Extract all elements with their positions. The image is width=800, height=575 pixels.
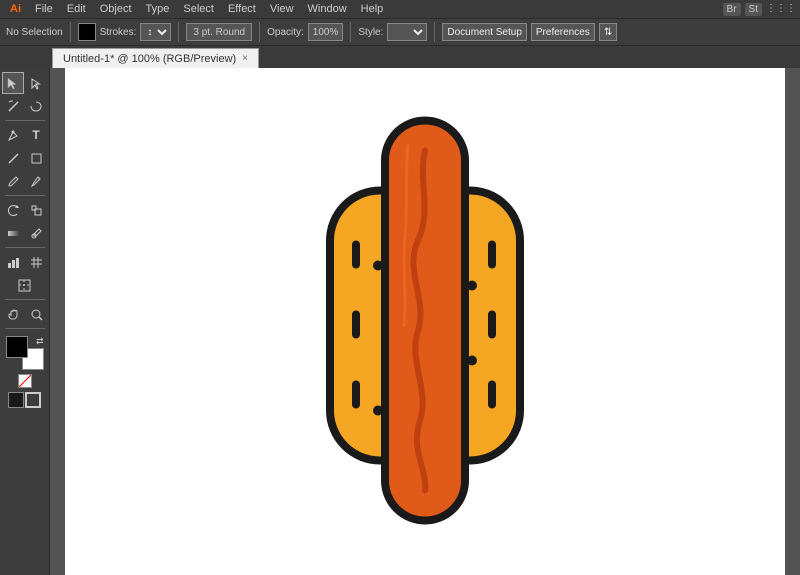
stroke-arrows-select[interactable]: ↕ <box>140 23 171 41</box>
style-select[interactable] <box>387 23 427 41</box>
opacity-label: Opacity: <box>267 27 304 38</box>
document-setup-button[interactable]: Document Setup <box>442 23 527 41</box>
tool-row-7 <box>2 222 47 244</box>
magic-wand-tool[interactable] <box>2 95 24 117</box>
menu-object[interactable]: Object <box>94 0 138 18</box>
line-tool[interactable] <box>2 147 24 169</box>
document-tab[interactable]: Untitled-1* @ 100% (RGB/Preview) × <box>52 48 259 68</box>
opacity-value: 100% <box>308 23 344 41</box>
toolbar-sep-3 <box>259 22 260 42</box>
canvas-area <box>50 68 800 575</box>
hotdog-illustration <box>310 110 540 533</box>
bridge-icon[interactable]: Br <box>723 3 741 16</box>
zoom-tool[interactable] <box>25 303 47 325</box>
tool-row-1 <box>2 72 47 94</box>
swap-colors-icon[interactable]: ⇄ <box>36 336 44 347</box>
none-swatch-row <box>18 374 32 388</box>
brush-tool[interactable] <box>2 170 24 192</box>
stock-icon[interactable]: St <box>745 3 762 16</box>
stroke-swatch[interactable] <box>78 23 96 41</box>
direct-selection-tool[interactable] <box>25 72 47 94</box>
toolbox: T <box>0 68 50 575</box>
menu-window[interactable]: Window <box>302 0 353 18</box>
tool-sep-2 <box>5 195 45 196</box>
mesh-tool[interactable] <box>25 251 47 273</box>
preferences-button[interactable]: Preferences <box>531 23 595 41</box>
rect-tool[interactable] <box>25 147 47 169</box>
tool-row-8 <box>2 251 47 273</box>
menu-help[interactable]: Help <box>355 0 390 18</box>
gradient-tool[interactable] <box>2 222 24 244</box>
tool-row-9 <box>14 274 36 296</box>
menu-effect[interactable]: Effect <box>222 0 262 18</box>
slice-tool[interactable] <box>14 274 36 296</box>
menu-select[interactable]: Select <box>177 0 220 18</box>
tool-row-10 <box>2 303 47 325</box>
toolbar-sep-2 <box>178 22 179 42</box>
hand-tool[interactable] <box>2 303 24 325</box>
menu-view[interactable]: View <box>264 0 300 18</box>
toolbar-sep-4 <box>350 22 351 42</box>
pen-tool[interactable] <box>2 124 24 146</box>
menu-edit[interactable]: Edit <box>61 0 92 18</box>
menu-file[interactable]: File <box>29 0 59 18</box>
menu-type[interactable]: Type <box>140 0 176 18</box>
tool-sep-4 <box>5 299 45 300</box>
menu-ai[interactable]: Ai <box>4 0 27 18</box>
fullscreen-mode-btn[interactable] <box>25 392 41 408</box>
lasso-tool[interactable] <box>25 95 47 117</box>
none-swatch[interactable] <box>18 374 32 388</box>
selection-display: No Selection <box>6 27 63 38</box>
tool-row-6 <box>2 199 47 221</box>
tool-row-3: T <box>2 124 47 146</box>
menu-bar: Ai File Edit Object Type Select Effect V… <box>0 0 800 18</box>
rotate-tool[interactable] <box>2 199 24 221</box>
eyedropper-tool[interactable] <box>25 222 47 244</box>
tab-title: Untitled-1* @ 100% (RGB/Preview) <box>63 53 236 65</box>
tool-sep-1 <box>5 120 45 121</box>
tab-bar: Untitled-1* @ 100% (RGB/Preview) × <box>0 46 800 68</box>
tool-sep-5 <box>5 328 45 329</box>
stroke-label: Strokes: <box>100 27 137 38</box>
main-area: T <box>0 68 800 575</box>
stroke-size-display: 3 pt. Round <box>186 23 252 41</box>
pencil-tool[interactable] <box>25 170 47 192</box>
tool-row-4 <box>2 147 47 169</box>
type-tool[interactable]: T <box>25 124 47 146</box>
selection-tool[interactable] <box>2 72 24 94</box>
arrange-button[interactable]: ⇅ <box>599 23 617 41</box>
canvas <box>65 68 785 575</box>
foreground-color-swatch[interactable] <box>6 336 28 358</box>
normal-mode-btn[interactable] <box>8 392 24 408</box>
color-swatches: ⇄ <box>6 336 44 370</box>
toolbar-sep-5 <box>434 22 435 42</box>
mode-buttons <box>8 392 41 408</box>
scale-tool[interactable] <box>25 199 47 221</box>
tool-sep-3 <box>5 247 45 248</box>
tab-close-button[interactable]: × <box>242 53 248 64</box>
tool-row-5 <box>2 170 47 192</box>
toolbar-sep-1 <box>70 22 71 42</box>
toolbar: No Selection Strokes: ↕ 3 pt. Round Opac… <box>0 18 800 46</box>
extras-icon[interactable]: ⋮⋮⋮ <box>766 3 796 16</box>
tool-row-2 <box>2 95 47 117</box>
graph-tool[interactable] <box>2 251 24 273</box>
style-label: Style: <box>358 27 383 38</box>
